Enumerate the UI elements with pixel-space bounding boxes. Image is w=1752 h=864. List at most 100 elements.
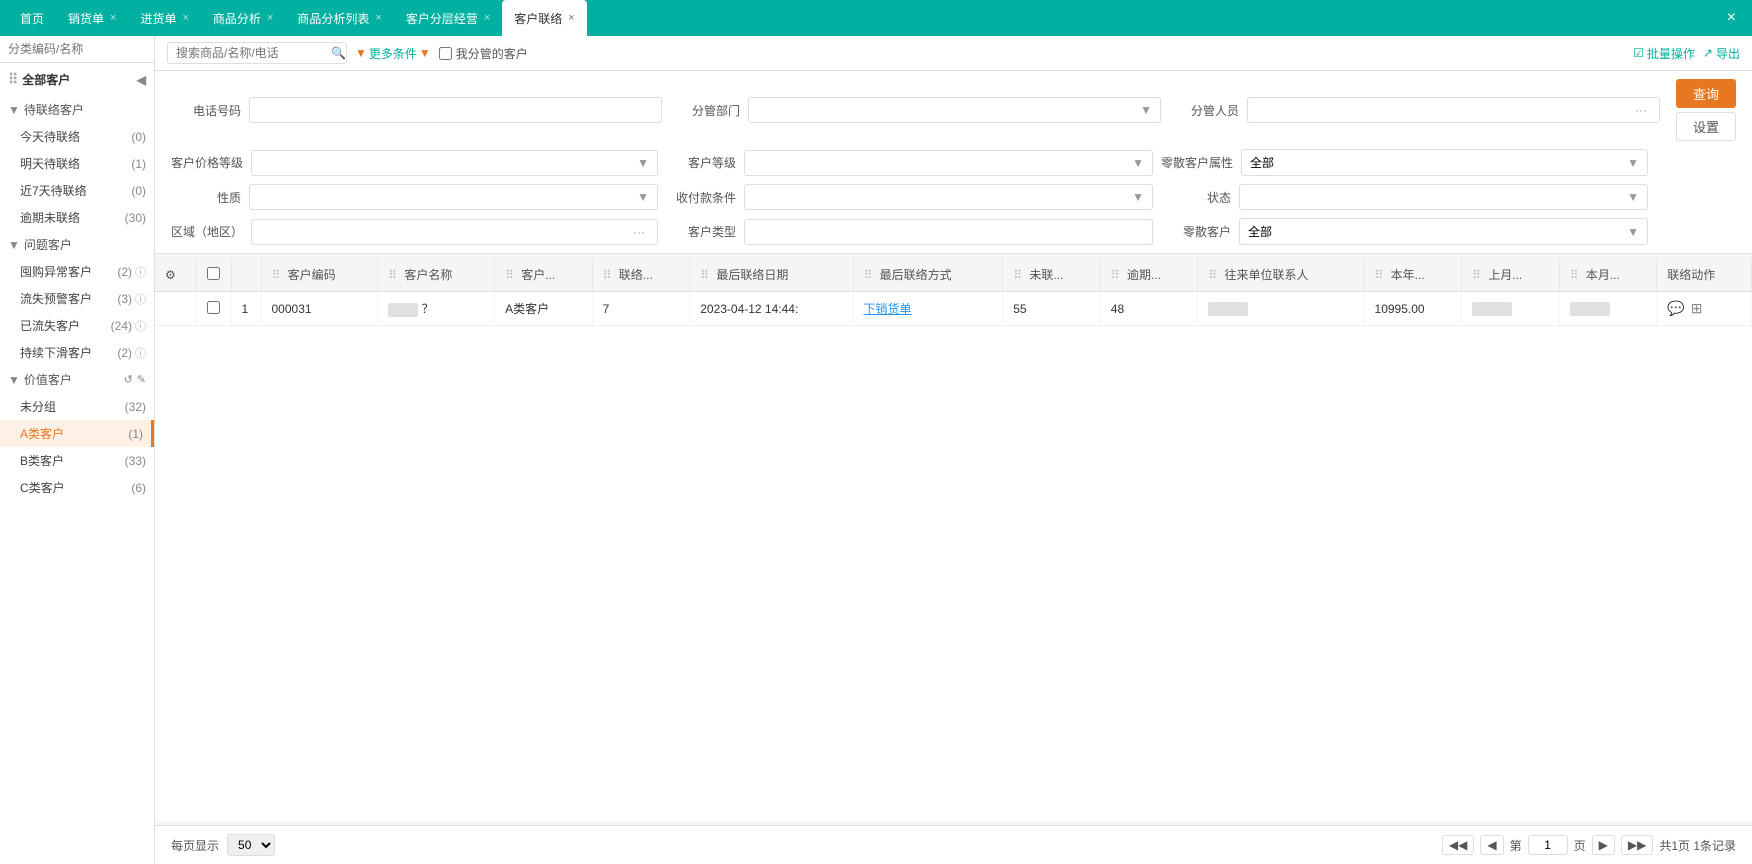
top-nav: 首页 销货单 × 进货单 × 商品分析 × 商品分析列表 × 客户分层经营 × …: [0, 0, 1752, 36]
sidebar-search-input[interactable]: [8, 42, 155, 56]
filter-row-4: 区域（地区） ··· 客户类型 零散客户 全部 ▼: [171, 218, 1736, 245]
th-this-year[interactable]: ⠿ 本年...: [1364, 258, 1462, 292]
row-action-qr-icon[interactable]: ⊞: [1691, 300, 1703, 317]
page-input[interactable]: [1528, 835, 1568, 855]
sidebar-item-overdue-contact[interactable]: 逾期未联络 (30): [0, 204, 154, 231]
table-settings-icon[interactable]: ⚙: [165, 268, 176, 282]
dept-arrow: ▼: [1140, 103, 1152, 117]
th-last-contact-date[interactable]: ⠿ 最后联络日期: [690, 258, 853, 292]
nature-select[interactable]: ▼: [249, 184, 658, 210]
col-drag-thismonth: ⠿: [1570, 268, 1579, 282]
sidebar-item-unclassified[interactable]: 未分组 (32): [0, 393, 154, 420]
main-search-input[interactable]: [176, 46, 331, 60]
settings-btn[interactable]: 设置: [1676, 112, 1736, 141]
manager-select[interactable]: ···: [1247, 97, 1660, 123]
close-tab-contact[interactable]: ×: [568, 12, 574, 24]
last-month-placeholder: [1472, 302, 1512, 316]
more-conditions-btn[interactable]: ▼ 更多条件 ▼: [355, 45, 431, 62]
first-page-btn[interactable]: ◀◀: [1442, 835, 1474, 855]
th-contact-count[interactable]: ⠿ 联络...: [592, 258, 690, 292]
select-all-checkbox[interactable]: [207, 267, 220, 280]
tab-home[interactable]: 首页: [8, 0, 56, 36]
batch-ops-btn[interactable]: ☑ 批量操作: [1633, 45, 1695, 62]
last-page-btn[interactable]: ▶▶: [1621, 835, 1653, 855]
status-select[interactable]: ▼: [1239, 184, 1648, 210]
close-tab-purchase[interactable]: ×: [182, 12, 188, 24]
row-action-chat-icon[interactable]: 💬: [1667, 300, 1684, 317]
my-customers-checkbox[interactable]: [439, 47, 452, 60]
sidebar-item-hoarding[interactable]: 囤购异常客户 (2) ⓘ: [0, 258, 154, 285]
customer-type-select[interactable]: [744, 219, 1153, 245]
th-last-contact-method[interactable]: ⠿ 最后联络方式: [853, 258, 1003, 292]
close-tab-sales-order[interactable]: ×: [110, 12, 116, 24]
td-last-contact-date: 2023-04-12 14:44:: [690, 292, 853, 326]
th-last-month[interactable]: ⠿ 上月...: [1462, 258, 1560, 292]
search-btn[interactable]: 查询: [1676, 79, 1736, 108]
export-btn[interactable]: ↗ 导出: [1703, 45, 1740, 62]
value-group-refresh-icon[interactable]: ↺: [124, 373, 133, 386]
main-search-icon[interactable]: 🔍: [331, 46, 346, 60]
th-customer-type-col[interactable]: ⠿ 客户...: [495, 258, 593, 292]
phone-input[interactable]: [249, 97, 662, 123]
th-contact-person[interactable]: ⠿ 往来单位联系人: [1198, 258, 1364, 292]
payment-select[interactable]: ▼: [744, 184, 1153, 210]
row-action-btns: 💬 ⊞: [1667, 300, 1741, 317]
region-dots[interactable]: ···: [629, 225, 649, 239]
sidebar-item-churn-warning[interactable]: 流失预警客户 (3) ⓘ: [0, 285, 154, 312]
th-settings[interactable]: ⚙: [155, 258, 195, 292]
th-customer-code[interactable]: ⠿ 客户编码: [261, 258, 378, 292]
manager-dots[interactable]: ···: [1631, 103, 1651, 117]
filter-region: 区域（地区） ···: [171, 219, 658, 245]
th-customer-name[interactable]: ⠿ 客户名称: [378, 258, 495, 292]
th-this-month[interactable]: ⠿ 本月...: [1559, 258, 1657, 292]
th-not-contacted[interactable]: ⠿ 未联...: [1003, 258, 1101, 292]
pagination-left: 每页显示 50: [171, 834, 275, 856]
row-checkbox[interactable]: [207, 301, 220, 314]
next-page-btn[interactable]: ▶: [1592, 835, 1615, 855]
sidebar-item-class-a[interactable]: A类客户 (1): [0, 420, 154, 447]
tab-customer-segment[interactable]: 客户分层经营 ×: [394, 0, 502, 36]
sidebar-item-tomorrow-contact[interactable]: 明天待联络 (1): [0, 150, 154, 177]
price-level-select[interactable]: ▼: [251, 150, 658, 176]
tab-customer-contact[interactable]: 客户联络 ×: [502, 0, 586, 36]
group-problem-customers[interactable]: ▼ 问题客户: [0, 231, 154, 258]
tab-sales-order[interactable]: 销货单 ×: [56, 0, 128, 36]
group-value-customers[interactable]: ▼ 价值客户 ↺ ✎: [0, 366, 154, 393]
pagination: 每页显示 50 ◀◀ ◀ 第 页 ▶ ▶▶ 共1页 1条记录: [155, 825, 1752, 864]
sidebar-item-class-b[interactable]: B类客户 (33): [0, 447, 154, 474]
sidebar-collapse-icon[interactable]: ◀: [137, 73, 146, 87]
tab-product-analysis-list[interactable]: 商品分析列表 ×: [285, 0, 393, 36]
close-tab-product-analysis[interactable]: ×: [267, 12, 273, 24]
sidebar-item-today-contact[interactable]: 今天待联络 (0): [0, 123, 154, 150]
group-value-arrow: ▼: [8, 373, 20, 387]
dept-select[interactable]: ▼: [748, 97, 1161, 123]
sidebar-item-churned[interactable]: 已流失客户 (24) ⓘ: [0, 312, 154, 339]
td-not-contacted: 55: [1003, 292, 1101, 326]
value-group-edit-icon[interactable]: ✎: [137, 373, 146, 386]
filter-price-level: 客户价格等级 ▼: [171, 150, 658, 176]
close-tab-product-list[interactable]: ×: [375, 12, 381, 24]
td-last-month: [1462, 292, 1560, 326]
group-pending-contact[interactable]: ▼ 待联络客户: [0, 96, 154, 123]
tab-product-analysis[interactable]: 商品分析 ×: [201, 0, 285, 36]
retail-attr-select[interactable]: 全部 ▼: [1241, 149, 1648, 176]
sidebar-item-class-c[interactable]: C类客户 (6): [0, 474, 154, 501]
close-app-button[interactable]: ×: [1719, 9, 1744, 27]
retail-customer-select[interactable]: 全部 ▼: [1239, 218, 1648, 245]
th-contact-action[interactable]: 联络动作: [1657, 258, 1752, 292]
customer-level-select[interactable]: ▼: [744, 150, 1153, 176]
page-size-select[interactable]: 50: [227, 834, 275, 856]
filter-status: 状态 ▼: [1161, 184, 1648, 210]
close-tab-segment[interactable]: ×: [484, 12, 490, 24]
prev-page-btn[interactable]: ◀: [1480, 835, 1503, 855]
tab-purchase-order[interactable]: 进货单 ×: [128, 0, 200, 36]
th-overdue[interactable]: ⠿ 逾期...: [1100, 258, 1198, 292]
region-select[interactable]: ···: [251, 219, 658, 245]
sidebar-item-declining[interactable]: 持续下滑客户 (2) ⓘ: [0, 339, 154, 366]
sidebar-item-7day-contact[interactable]: 近7天待联络 (0): [0, 177, 154, 204]
col-drag-contact: ⠿: [603, 268, 612, 282]
contact-method-link[interactable]: 下销货单: [864, 302, 912, 316]
td-empty: [155, 292, 195, 326]
filter-customer-level: 客户等级 ▼: [666, 150, 1153, 176]
filter-row-3: 性质 ▼ 收付款条件 ▼ 状态 ▼: [171, 184, 1736, 210]
